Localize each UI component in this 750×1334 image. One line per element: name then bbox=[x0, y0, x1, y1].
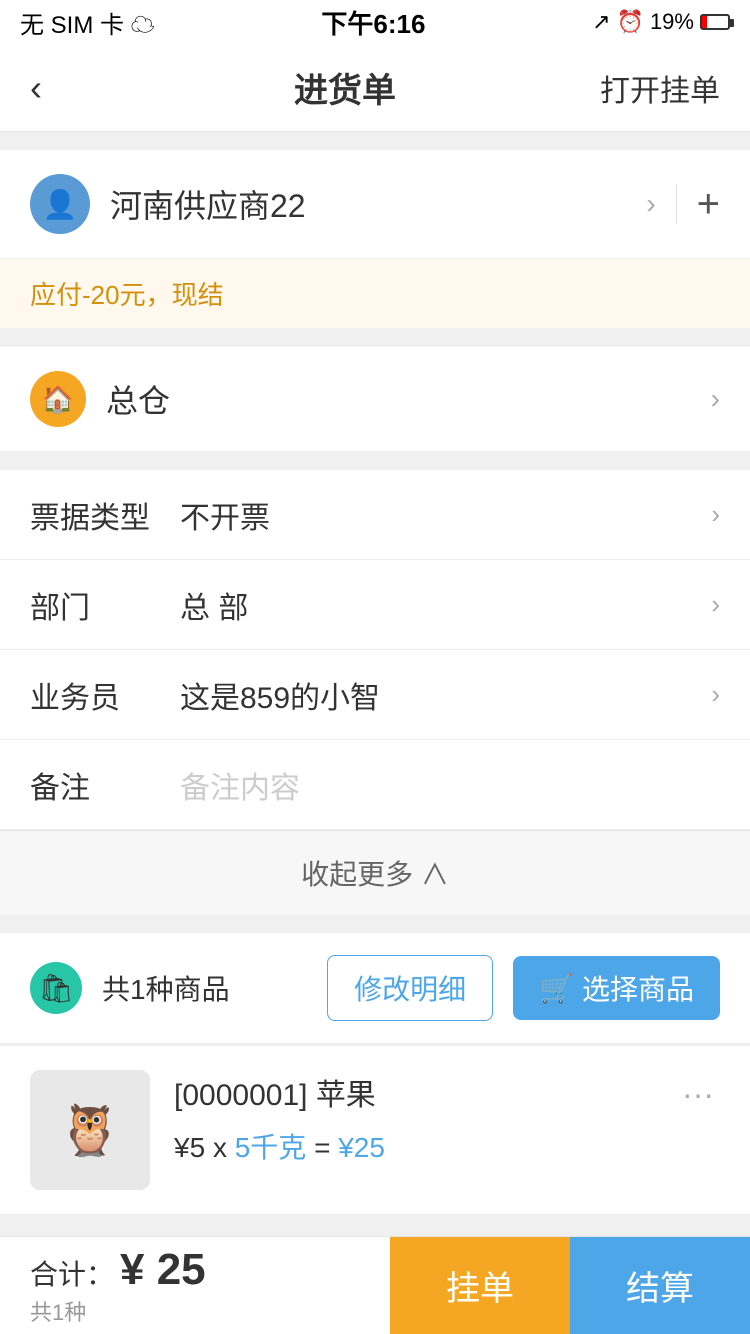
department-label: 部门 bbox=[30, 583, 170, 627]
total-amount: ¥ 25 bbox=[120, 1245, 206, 1295]
supplier-chevron-icon: › bbox=[646, 188, 655, 220]
department-row[interactable]: 部门 总 部 › bbox=[0, 560, 750, 650]
status-left: 无 SIM 卡 ☁ bbox=[20, 5, 155, 40]
equals-sign: = bbox=[314, 1132, 338, 1163]
avatar-icon: 👤 bbox=[43, 188, 78, 221]
form-section: 票据类型 不开票 › 部门 总 部 › 业务员 这是859的小智 › 备注 备注… bbox=[0, 470, 750, 830]
open-hang-button[interactable]: 打开挂单 bbox=[600, 66, 720, 110]
department-value: 总 部 bbox=[180, 583, 701, 627]
multiply-sign: x bbox=[213, 1132, 235, 1163]
alarm-icon: ⏰ bbox=[617, 9, 644, 35]
bottom-bar: 合计： ¥ 25 共1种 挂单 结算 bbox=[0, 1236, 750, 1334]
warehouse-icon: 🏠 bbox=[30, 371, 86, 427]
remark-label: 备注 bbox=[30, 763, 170, 807]
product-more-button[interactable]: ··· bbox=[676, 1070, 720, 1119]
product-total: ¥25 bbox=[338, 1132, 385, 1163]
checkout-button[interactable]: 结算 bbox=[570, 1237, 750, 1334]
supplier-row[interactable]: 👤 河南供应商22 › + bbox=[0, 150, 750, 259]
warehouse-section: 🏠 总仓 › bbox=[0, 347, 750, 452]
sim-status: 无 SIM 卡 ☁ bbox=[20, 5, 155, 40]
invoice-chevron-icon: › bbox=[711, 499, 720, 530]
invoice-value: 不开票 bbox=[180, 493, 701, 537]
supplier-section: 👤 河南供应商22 › + 应付-20元，现结 bbox=[0, 150, 750, 329]
nav-bar: ‹ 进货单 打开挂单 bbox=[0, 44, 750, 132]
edit-detail-button[interactable]: 修改明细 bbox=[327, 955, 493, 1021]
back-button[interactable]: ‹ bbox=[30, 67, 90, 109]
product-price-row: ¥5 x 5千克 = ¥25 bbox=[174, 1126, 652, 1166]
warehouse-row[interactable]: 🏠 总仓 › bbox=[0, 347, 750, 452]
status-bar: 无 SIM 卡 ☁ 下午6:16 ↗ ⏰ 19% bbox=[0, 0, 750, 44]
divider-2 bbox=[0, 329, 750, 347]
warehouse-name: 总仓 bbox=[106, 376, 711, 422]
warehouse-chevron-icon: › bbox=[711, 383, 720, 415]
cart-icon: 🛒 bbox=[539, 972, 574, 1005]
supplier-avatar: 👤 bbox=[30, 174, 90, 234]
total-amount-row: 合计： ¥ 25 bbox=[30, 1245, 360, 1295]
battery-status: 19% bbox=[650, 9, 694, 35]
salesman-row[interactable]: 业务员 这是859的小智 › bbox=[0, 650, 750, 740]
shopping-bag-icon: 🛍 bbox=[38, 972, 74, 1005]
remark-input[interactable]: 备注内容 bbox=[180, 763, 720, 807]
salesman-label: 业务员 bbox=[30, 673, 170, 717]
divider-4 bbox=[0, 915, 750, 933]
product-header: 🛍 共1种商品 修改明细 🛒 选择商品 bbox=[0, 933, 750, 1044]
collapse-row[interactable]: 收起更多 ∧ bbox=[0, 830, 750, 915]
owl-icon: 🦉 bbox=[59, 1101, 121, 1160]
bottom-total: 合计： ¥ 25 共1种 bbox=[0, 1237, 390, 1334]
product-thumbnail: 🦉 bbox=[30, 1070, 150, 1190]
invoice-row[interactable]: 票据类型 不开票 › bbox=[0, 470, 750, 560]
divider-top bbox=[0, 132, 750, 150]
total-count: 共1种 bbox=[30, 1295, 360, 1327]
invoice-label: 票据类型 bbox=[30, 493, 170, 537]
location-icon: ↗ bbox=[592, 9, 610, 35]
remark-row[interactable]: 备注 备注内容 bbox=[0, 740, 750, 830]
salesman-value: 这是859的小智 bbox=[180, 673, 701, 717]
supplier-right: › + bbox=[646, 182, 720, 227]
battery-icon bbox=[700, 14, 730, 30]
status-right: ↗ ⏰ 19% bbox=[592, 9, 730, 35]
add-supplier-icon[interactable]: + bbox=[697, 182, 720, 227]
select-product-button[interactable]: 🛒 选择商品 bbox=[513, 956, 720, 1020]
product-count-icon: 🛍 bbox=[30, 962, 82, 1014]
product-title: 苹果 bbox=[316, 1079, 376, 1112]
divider-3 bbox=[0, 452, 750, 470]
product-unit-price: ¥5 bbox=[174, 1132, 205, 1163]
product-count-text: 共1种商品 bbox=[102, 968, 307, 1008]
hang-order-button[interactable]: 挂单 bbox=[390, 1237, 570, 1334]
product-name: [0000001] 苹果 bbox=[174, 1070, 652, 1114]
notice-bar: 应付-20元，现结 bbox=[0, 259, 750, 329]
house-icon: 🏠 bbox=[42, 384, 74, 415]
product-info: [0000001] 苹果 ¥5 x 5千克 = ¥25 bbox=[174, 1070, 652, 1166]
department-chevron-icon: › bbox=[711, 589, 720, 620]
salesman-chevron-icon: › bbox=[711, 679, 720, 710]
product-quantity: 5千克 bbox=[235, 1132, 307, 1163]
page-title: 进货单 bbox=[294, 63, 396, 112]
product-card: 🦉 [0000001] 苹果 ¥5 x 5千克 = ¥25 ··· bbox=[0, 1046, 750, 1215]
total-label: 合计： bbox=[30, 1253, 114, 1293]
select-product-label: 选择商品 bbox=[582, 968, 694, 1008]
product-code: [0000001] bbox=[174, 1079, 307, 1112]
supplier-name: 河南供应商22 bbox=[110, 181, 646, 227]
supplier-divider bbox=[676, 184, 677, 224]
status-time: 下午6:16 bbox=[321, 4, 425, 41]
